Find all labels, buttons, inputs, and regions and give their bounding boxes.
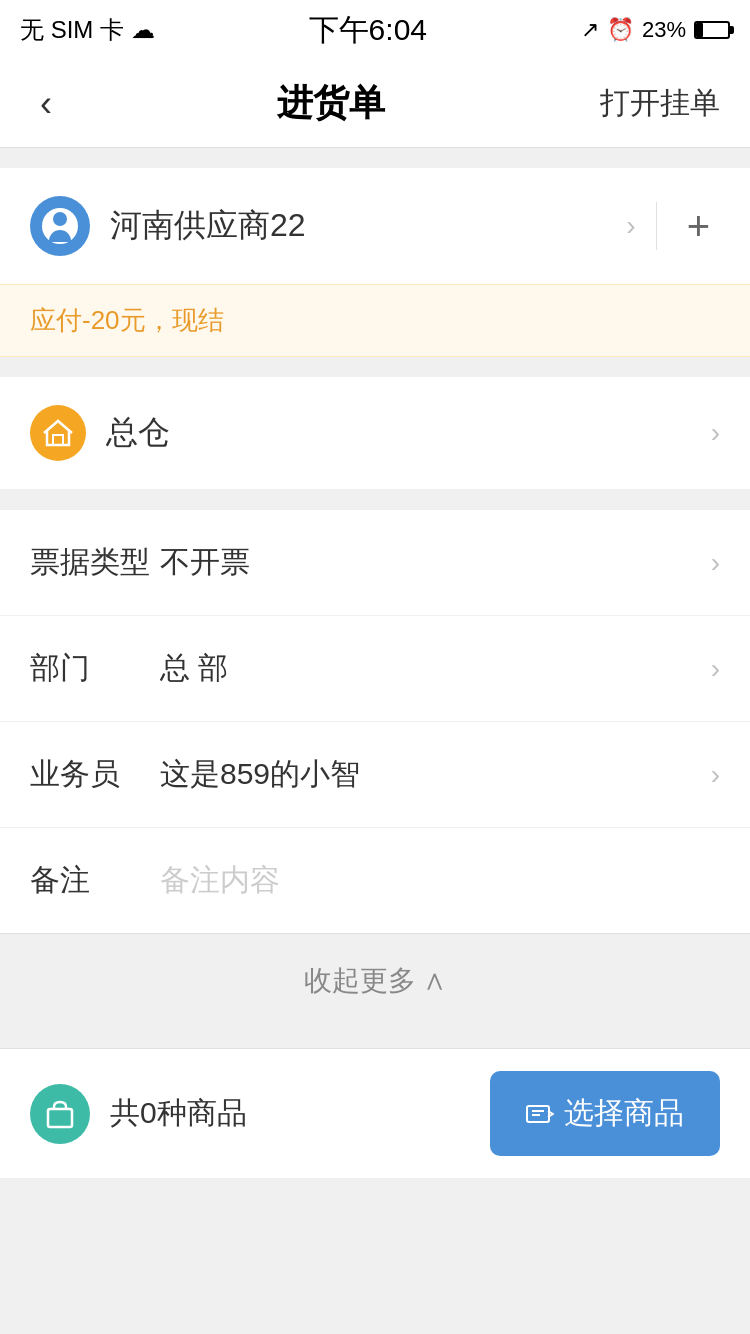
section-divider-4 (0, 1028, 750, 1048)
svg-rect-1 (48, 1109, 72, 1127)
add-supplier-button[interactable]: + (677, 204, 720, 249)
battery-icon (694, 21, 730, 39)
supplier-name: 河南供应商22 (110, 204, 626, 248)
avatar-icon (42, 208, 78, 244)
status-right: ↗ ⏰ 23% (581, 17, 730, 43)
warehouse-row[interactable]: 总仓 › (0, 377, 750, 489)
product-count-label: 共0种商品 (110, 1093, 490, 1134)
warehouse-name: 总仓 (106, 411, 711, 455)
supplier-section: 河南供应商22 › + 应付-20元，现结 (0, 168, 750, 357)
section-divider-1 (0, 148, 750, 168)
nav-bar: ‹ 进货单 打开挂单 (0, 60, 750, 148)
battery-label: 23% (642, 17, 686, 43)
form-section: 票据类型 不开票 › 部门 总 部 › 业务员 这是859的小智 › 备注 备注… (0, 509, 750, 933)
warehouse-section: 总仓 › (0, 377, 750, 489)
department-value: 总 部 (160, 648, 711, 689)
warehouse-chevron-icon: › (711, 417, 720, 449)
page-title: 进货单 (277, 79, 385, 128)
supplier-chevron-icon: › (626, 210, 635, 242)
status-time: 下午6:04 (309, 10, 427, 51)
supplier-divider (656, 202, 657, 250)
supplier-avatar (30, 196, 90, 256)
select-product-icon (526, 1102, 554, 1126)
status-bar: 无 SIM 卡 ☁ 下午6:04 ↗ ⏰ 23% (0, 0, 750, 60)
sim-label: 无 SIM 卡 ☁ (20, 14, 155, 46)
product-cart-icon (30, 1084, 90, 1144)
form-row-department[interactable]: 部门 总 部 › (0, 615, 750, 721)
note-value: 备注内容 (160, 860, 720, 901)
alarm-icon: ⏰ (607, 17, 634, 43)
warehouse-icon (30, 405, 86, 461)
form-row-invoice[interactable]: 票据类型 不开票 › (0, 509, 750, 615)
select-product-label: 选择商品 (564, 1093, 684, 1134)
department-label: 部门 (30, 648, 160, 689)
select-product-button[interactable]: 选择商品 (490, 1071, 720, 1156)
notice-banner: 应付-20元，现结 (0, 284, 750, 357)
location-icon: ↗ (581, 17, 599, 43)
note-label: 备注 (30, 860, 160, 901)
section-divider-3 (0, 489, 750, 509)
svg-rect-0 (53, 435, 63, 445)
supplier-row[interactable]: 河南供应商22 › + (0, 168, 750, 284)
product-bar: 共0种商品 选择商品 (0, 1048, 750, 1178)
invoice-chevron-icon: › (711, 547, 720, 579)
department-chevron-icon: › (711, 653, 720, 685)
back-button[interactable]: ‹ (30, 73, 62, 135)
section-divider-2 (0, 357, 750, 377)
open-pending-button[interactable]: 打开挂单 (600, 83, 720, 124)
salesperson-chevron-icon: › (711, 759, 720, 791)
collapse-button[interactable]: 收起更多 ∧ (0, 933, 750, 1028)
form-row-note[interactable]: 备注 备注内容 (0, 827, 750, 933)
invoice-type-value: 不开票 (160, 542, 711, 583)
status-left: 无 SIM 卡 ☁ (20, 14, 155, 46)
invoice-type-label: 票据类型 (30, 542, 160, 583)
salesperson-value: 这是859的小智 (160, 754, 711, 795)
form-row-salesperson[interactable]: 业务员 这是859的小智 › (0, 721, 750, 827)
salesperson-label: 业务员 (30, 754, 160, 795)
gray-background (0, 1178, 750, 1334)
